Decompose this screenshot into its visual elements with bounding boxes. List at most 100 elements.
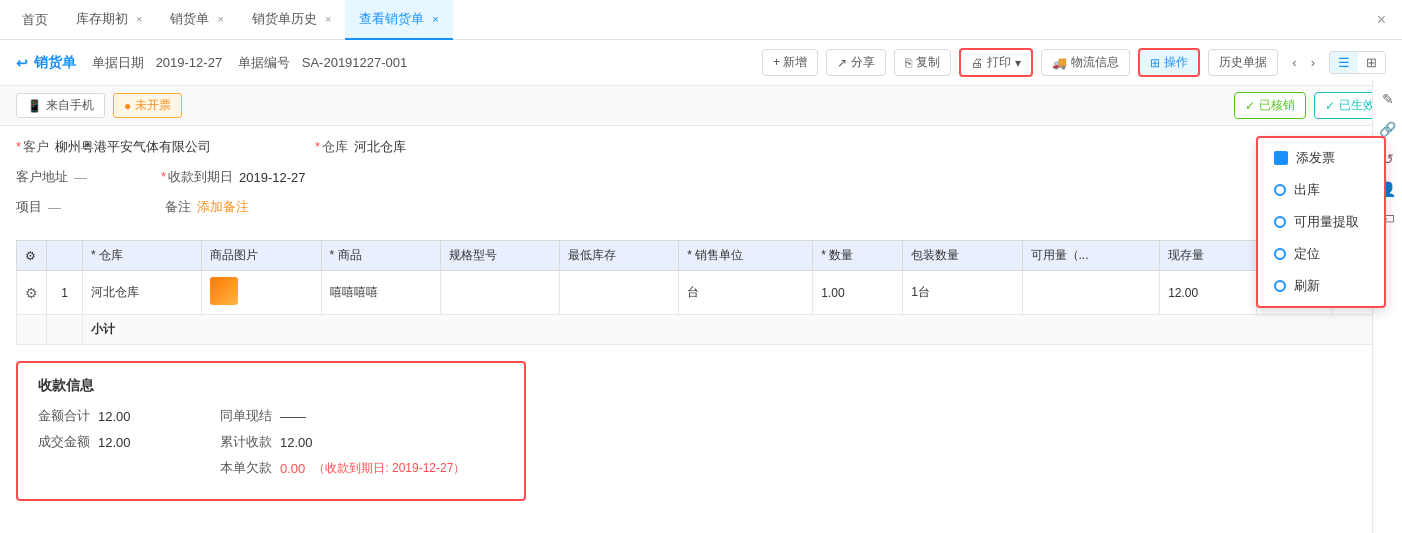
grid-icon: ⊞ — [1150, 56, 1160, 70]
outstanding-hint: （收款到期日: 2019-12-27） — [313, 460, 465, 477]
dropdown-outbound[interactable]: 出库 — [1258, 174, 1384, 206]
form-area: 客户 柳州粤港平安气体有限公司 仓库 河北仓库 业务员 演示账号 客户地址 — … — [0, 126, 1402, 240]
mobile-btn[interactable]: 📱 来自手机 — [16, 93, 105, 118]
outstanding-label: 本单欠款 — [220, 459, 272, 477]
col-stock: 现存量 — [1160, 241, 1257, 271]
home-tab-label: 首页 — [22, 11, 48, 29]
print-icon: 🖨 — [971, 56, 983, 70]
share-icon: ↗ — [837, 56, 847, 70]
grid-view-btn[interactable]: ⊞ — [1358, 52, 1385, 73]
same-order: 同单现结 —— — [220, 407, 370, 425]
payment-title: 收款信息 — [38, 377, 504, 395]
tab-sales-history-label: 销货单历史 — [252, 10, 317, 28]
project-value: — — [48, 200, 61, 215]
doc-date-label: 单据日期 2019-12-27 — [92, 54, 222, 72]
operation-button[interactable]: ⊞ 操作 — [1138, 48, 1200, 77]
total-label: 金额合计 — [38, 407, 90, 425]
payment-row-3: 本单欠款 0.00 （收款到期日: 2019-12-27） — [38, 459, 504, 477]
payment-row-1: 金额合计 12.00 同单现结 —— — [38, 407, 504, 425]
tab-view-sales-label: 查看销货单 — [359, 10, 424, 28]
subtotal-row: 小计 — [17, 315, 1386, 345]
payment-row-2: 成交金额 12.00 累计收款 12.00 — [38, 433, 504, 451]
mobile-icon: 📱 — [27, 99, 42, 113]
tab-sales-order[interactable]: 销货单 × — [156, 0, 237, 40]
add-note-btn[interactable]: 添加备注 — [197, 198, 249, 216]
outstanding-payment: 本单欠款 0.00 （收款到期日: 2019-12-27） — [220, 459, 465, 477]
history-button[interactable]: 历史单据 — [1208, 49, 1278, 76]
row-available — [1022, 271, 1160, 315]
add-invoice-icon — [1274, 151, 1288, 165]
address-label: 客户地址 — [16, 168, 68, 186]
tab-bar-close[interactable]: × — [1369, 11, 1394, 29]
customer-field: 客户 柳州粤港平安气体有限公司 — [16, 138, 211, 156]
payment-due-field: 收款到期日 2019-12-27 — [161, 168, 306, 186]
dropdown-locate[interactable]: 定位 — [1258, 238, 1384, 270]
print-button[interactable]: 🖨 打印 ▾ — [959, 48, 1033, 77]
prev-arrow[interactable]: ‹ — [1286, 52, 1302, 73]
note-label: 备注 — [165, 198, 191, 216]
same-order-value: —— — [280, 409, 306, 424]
row-gear[interactable]: ⚙ — [17, 271, 47, 315]
refresh-icon — [1274, 280, 1286, 292]
print-dropdown-arrow: ▾ — [1015, 56, 1021, 70]
row-spec — [440, 271, 559, 315]
form-row-1: 客户 柳州粤港平安气体有限公司 仓库 河北仓库 业务员 演示账号 — [16, 138, 1386, 156]
form-row-2: 客户地址 — 收款到期日 2019-12-27 票据类型 不开票 — [16, 168, 1386, 186]
circle-dot-icon: ● — [124, 99, 131, 113]
copy-button[interactable]: ⎘ 复制 — [894, 49, 951, 76]
tab-inventory-init[interactable]: 库存期初 × — [62, 0, 156, 40]
list-view-btn[interactable]: ☰ — [1330, 52, 1358, 73]
dropdown-available-qty[interactable]: 可用量提取 — [1258, 206, 1384, 238]
available-qty-label: 可用量提取 — [1294, 213, 1359, 231]
transaction-amount: 成交金额 12.00 — [38, 433, 188, 451]
table-area: ⚙ * 仓库 商品图片 * 商品 规格型号 最低库存 * 销售单位 * 数量 包… — [0, 240, 1402, 353]
warehouse-field: 仓库 河北仓库 — [315, 138, 406, 156]
add-button[interactable]: + 新增 — [762, 49, 818, 76]
project-field: 项目 — — [16, 198, 61, 216]
doc-type-icon: ↩ — [16, 55, 28, 71]
tab-sales-order-close[interactable]: × — [217, 13, 223, 25]
outbound-label: 出库 — [1294, 181, 1320, 199]
outbound-icon — [1274, 184, 1286, 196]
total-amount: 金额合计 12.00 — [38, 407, 188, 425]
address-field: 客户地址 — — [16, 168, 87, 186]
row-pack-qty: 1台 — [903, 271, 1022, 315]
row-unit: 台 — [679, 271, 813, 315]
doc-meta: 单据日期 2019-12-27 单据编号 SA-20191227-001 — [92, 54, 407, 72]
payment-box: 收款信息 金额合计 12.00 同单现结 —— 成交金额 12.00 累计收款 … — [16, 361, 526, 501]
cumulative-label: 累计收款 — [220, 433, 272, 451]
col-num — [47, 241, 83, 271]
subtotal-label: 小计 — [83, 315, 1386, 345]
not-open-btn[interactable]: ● 未开票 — [113, 93, 182, 118]
tab-inventory-init-close[interactable]: × — [136, 13, 142, 25]
same-order-label: 同单现结 — [220, 407, 272, 425]
tab-view-sales[interactable]: 查看销货单 × — [345, 0, 452, 40]
locate-label: 定位 — [1294, 245, 1320, 263]
dropdown-add-invoice[interactable]: 添发票 — [1258, 142, 1384, 174]
row-stock: 12.00 — [1160, 271, 1257, 315]
row-warehouse: 河北仓库 — [83, 271, 202, 315]
tab-view-sales-close[interactable]: × — [432, 13, 438, 25]
note-field: 备注 添加备注 — [165, 198, 249, 216]
doc-type-label: 销货单 — [34, 54, 76, 72]
tab-sales-history[interactable]: 销货单历史 × — [238, 0, 345, 40]
tab-sales-order-label: 销货单 — [170, 10, 209, 28]
tab-inventory-init-label: 库存期初 — [76, 10, 128, 28]
col-product: * 商品 — [321, 241, 440, 271]
next-arrow[interactable]: › — [1305, 52, 1321, 73]
doc-title: ↩ 销货单 — [16, 54, 76, 72]
check-icon: ✓ — [1245, 99, 1255, 113]
col-min-stock: 最低库存 — [560, 241, 679, 271]
tab-bar: 首页 库存期初 × 销货单 × 销货单历史 × 查看销货单 × × — [0, 0, 1402, 40]
dropdown-refresh[interactable]: 刷新 — [1258, 270, 1384, 302]
confirm-btn[interactable]: ✓ 已核销 — [1234, 92, 1306, 119]
tab-sales-history-close[interactable]: × — [325, 13, 331, 25]
col-gear[interactable]: ⚙ — [17, 241, 47, 271]
payment-due-value: 2019-12-27 — [239, 170, 306, 185]
col-spec: 规格型号 — [440, 241, 559, 271]
side-edit-icon[interactable]: ✎ — [1375, 86, 1401, 112]
tab-home[interactable]: 首页 — [8, 0, 62, 40]
share-button[interactable]: ↗ 分享 — [826, 49, 886, 76]
transaction-value: 12.00 — [98, 435, 131, 450]
logistics-button[interactable]: 🚚 物流信息 — [1041, 49, 1130, 76]
